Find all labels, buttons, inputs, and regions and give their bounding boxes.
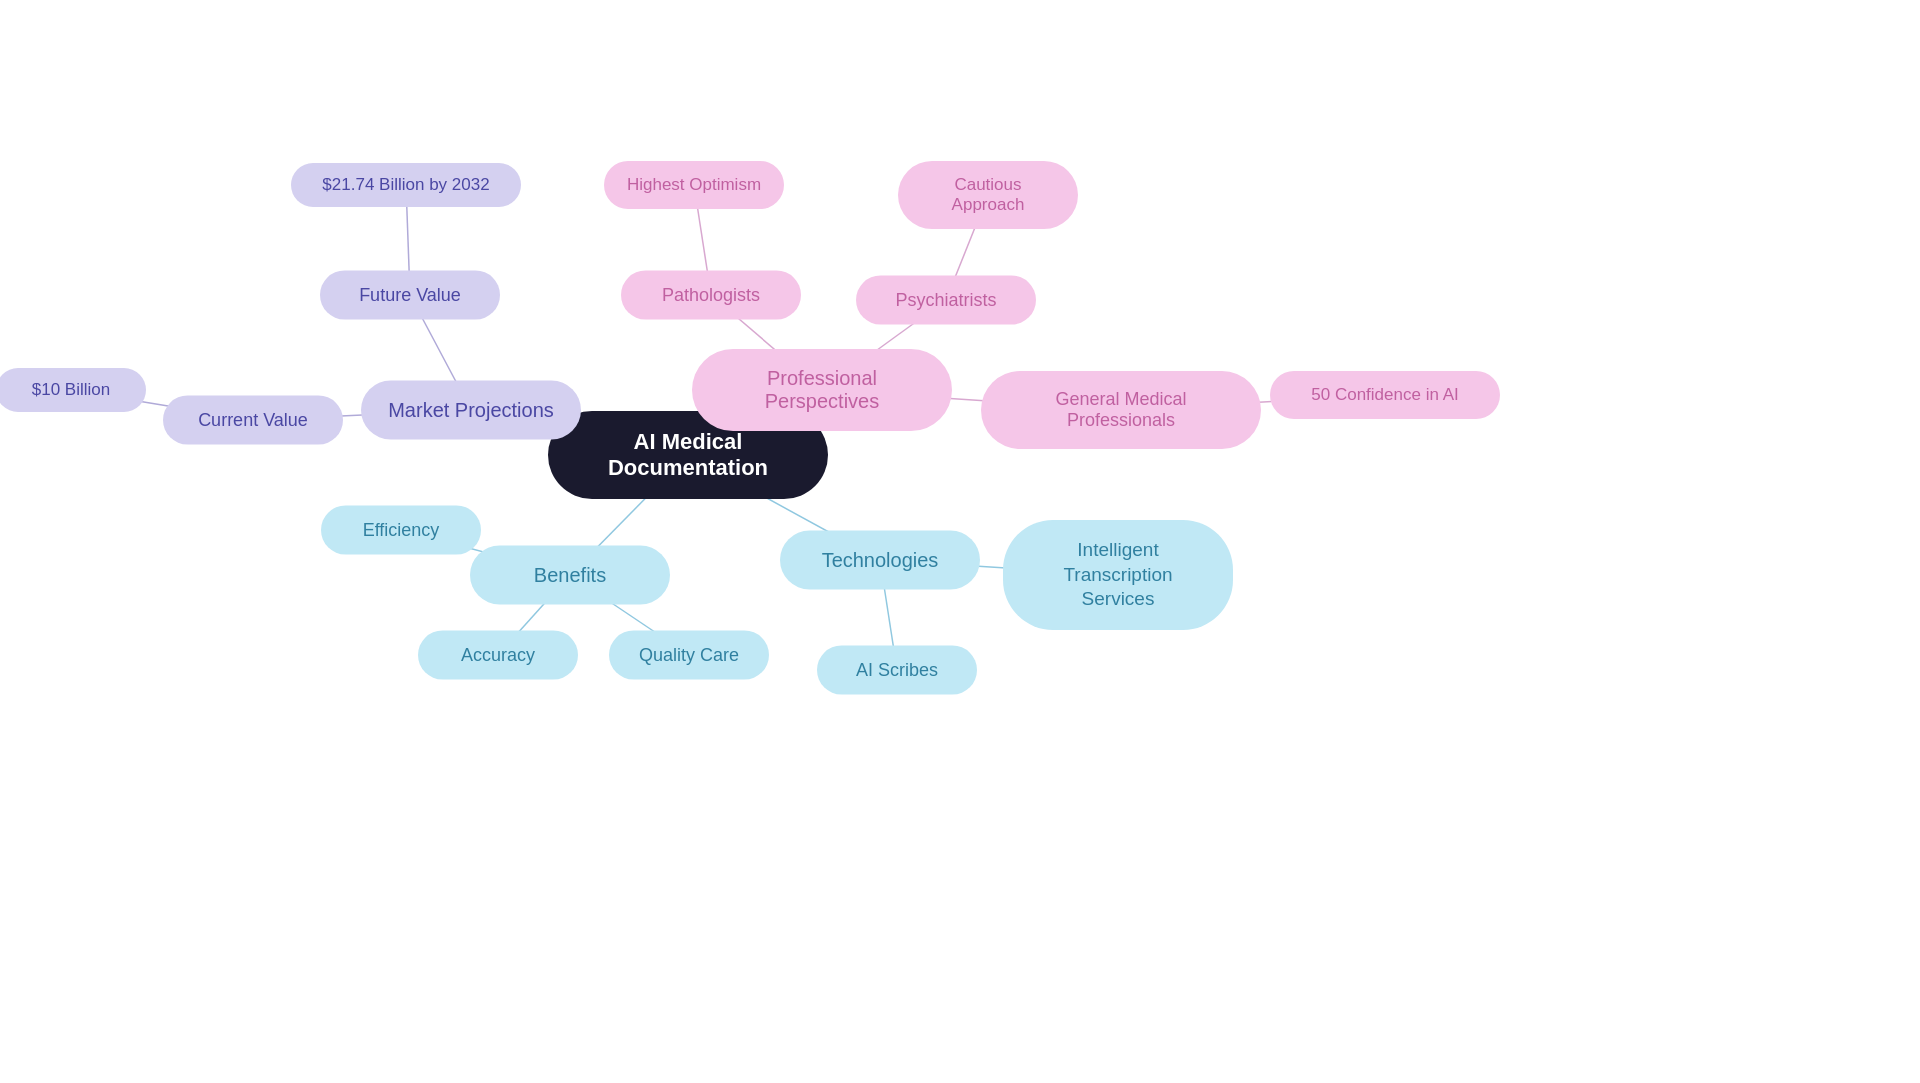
node-quality-care: Quality Care (609, 631, 769, 680)
node-21billion: $21.74 Billion by 2032 (291, 163, 521, 207)
node-intelligent-transcription: Intelligent Transcription Services (1003, 520, 1233, 630)
node-psychiatrists: Psychiatrists (856, 276, 1036, 325)
node-10billion: $10 Billion (0, 368, 146, 412)
node-general-medical: General Medical Professionals (981, 371, 1261, 449)
node-accuracy: Accuracy (418, 631, 578, 680)
node-efficiency: Efficiency (321, 506, 481, 555)
node-50-confidence: 50 Confidence in AI (1270, 371, 1500, 419)
node-highest-optimism: Highest Optimism (604, 161, 784, 209)
node-benefits: Benefits (470, 546, 670, 605)
node-ai-scribes: AI Scribes (817, 646, 977, 695)
node-pathologists: Pathologists (621, 271, 801, 320)
node-cautious-approach: Cautious Approach (898, 161, 1078, 229)
mindmap-container: AI Medical Documentation Market Projecti… (0, 0, 1920, 1083)
node-technologies: Technologies (780, 531, 980, 590)
node-market-projections: Market Projections (361, 381, 581, 440)
node-current-value: Current Value (163, 396, 343, 445)
node-future-value: Future Value (320, 271, 500, 320)
node-professional-perspectives: Professional Perspectives (692, 349, 952, 431)
